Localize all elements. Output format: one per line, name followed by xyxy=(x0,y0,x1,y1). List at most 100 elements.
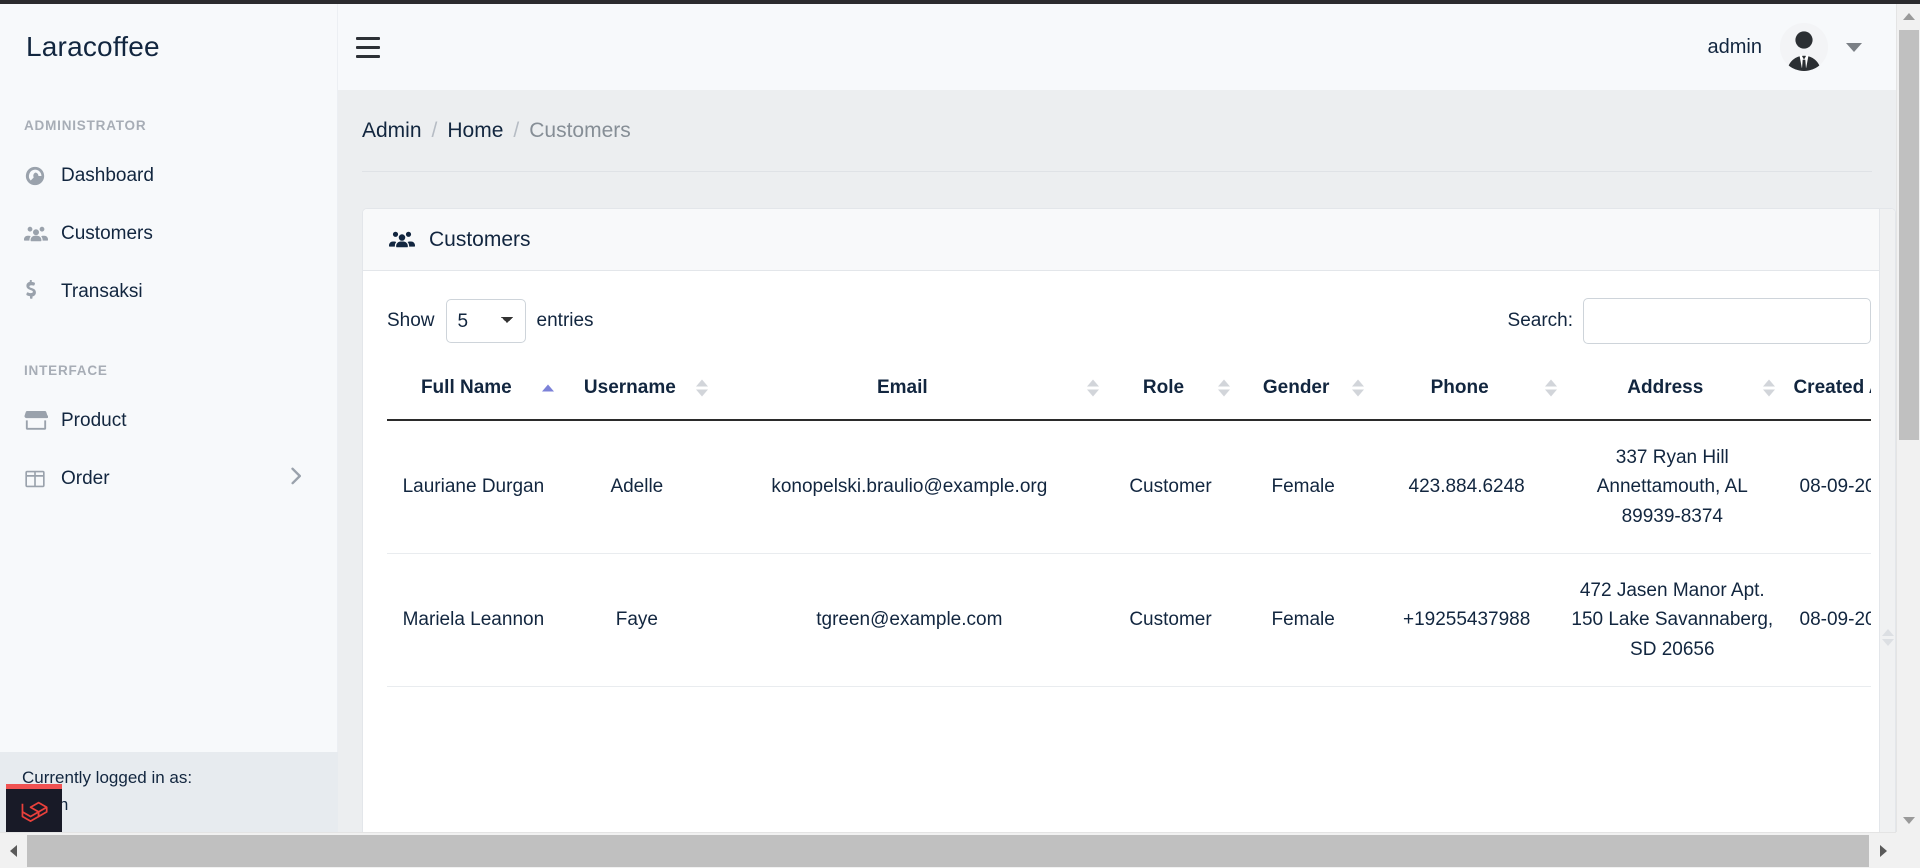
col-label: Email xyxy=(876,377,928,398)
col-label: Username xyxy=(583,377,676,398)
col-header-phone[interactable]: Phone xyxy=(1369,357,1564,421)
breadcrumb-separator: / xyxy=(513,118,520,142)
browser-horizontal-scrollbar[interactable] xyxy=(0,832,1920,868)
sidebar-item-customers[interactable]: Customers xyxy=(0,205,337,263)
users-icon xyxy=(24,224,58,244)
entries-length-control: Show 5102550100 entries xyxy=(387,299,594,343)
avatar[interactable] xyxy=(1780,23,1828,71)
brand-logo[interactable]: Laracoffee xyxy=(0,4,337,90)
col-header-username[interactable]: Username xyxy=(559,357,714,421)
col-label: Created At xyxy=(1793,377,1871,398)
col-header-gender[interactable]: Gender xyxy=(1236,357,1370,421)
scroll-up-arrow-icon[interactable] xyxy=(1897,4,1920,28)
table-header-row: Full Name Username Email Role Gender Pho… xyxy=(387,357,1871,421)
search-label: Search: xyxy=(1507,310,1573,331)
sidebar-item-dashboard[interactable]: Dashboard xyxy=(0,147,337,205)
cell-gender: Female xyxy=(1236,419,1370,554)
cell-username: Faye xyxy=(559,553,714,688)
sidebar-heading-administrator: ADMINISTRATOR xyxy=(24,118,147,133)
sidebar-item-product[interactable]: Product xyxy=(0,392,337,450)
main-area: admin Admin / Home / Customers Customers… xyxy=(338,4,1896,832)
breadcrumb-item-customers: Customers xyxy=(529,118,631,142)
logged-in-user: admin xyxy=(22,791,338,818)
col-header-address[interactable]: Address xyxy=(1563,357,1782,421)
topbar: admin xyxy=(338,4,1896,90)
topbar-user-menu[interactable]: admin xyxy=(1708,23,1862,71)
customers-table: Full Name Username Email Role Gender Pho… xyxy=(387,357,1871,688)
scroll-right-arrow-icon[interactable] xyxy=(1870,833,1896,868)
card-title: Customers xyxy=(429,227,531,251)
sidebar-item-label: Order xyxy=(61,468,110,489)
hamburger-icon[interactable] xyxy=(356,32,390,62)
scroll-down-arrow-icon[interactable] xyxy=(1897,808,1920,832)
browser-viewport: Laracoffee ADMINISTRATOR Dashboard Custo… xyxy=(0,0,1920,868)
chevron-down-icon[interactable] xyxy=(1846,42,1862,52)
cell-phone: +19255437988 xyxy=(1369,553,1564,688)
cell-full-name: Mariela Leannon xyxy=(387,553,560,688)
cell-full-name: Lauriane Durgan xyxy=(387,419,560,554)
cell-role: Customer xyxy=(1104,553,1237,688)
sort-icon xyxy=(695,379,708,397)
card-inner-scrollbar[interactable] xyxy=(1879,209,1895,832)
content-wrapper: Admin / Home / Customers Customers Show … xyxy=(338,90,1896,832)
cell-gender: Female xyxy=(1236,553,1370,688)
sidebar-item-label: Transaksi xyxy=(61,281,143,302)
cell-email: konopelski.braulio@example.org xyxy=(713,419,1105,554)
sidebar-item-label: Customers xyxy=(61,223,153,244)
table-row[interactable]: Mariela Leannon Faye tgreen@example.com … xyxy=(387,553,1871,688)
datatable-controls: Show 5102550100 entries Search: xyxy=(387,293,1871,349)
cell-email: tgreen@example.com xyxy=(713,553,1105,688)
sidebar-heading-interface: INTERFACE xyxy=(24,363,108,378)
sort-icon xyxy=(1218,379,1231,397)
col-header-full-name[interactable]: Full Name xyxy=(387,357,560,421)
breadcrumb-separator: / xyxy=(431,118,438,142)
browser-vertical-scrollbar[interactable] xyxy=(1896,4,1920,832)
col-label: Role xyxy=(1142,377,1185,398)
customers-card: Customers Show 5102550100 entries Search… xyxy=(362,208,1896,832)
col-label: Gender xyxy=(1262,377,1330,398)
sidebar-item-transaksi[interactable]: Transaksi xyxy=(0,263,337,321)
logged-in-label: Currently logged in as: xyxy=(22,768,193,787)
entries-select[interactable]: 5102550100 xyxy=(445,299,526,343)
search-control: Search: xyxy=(1508,298,1871,344)
cell-address: 472 Jasen Manor Apt. 150 Lake Savannaber… xyxy=(1563,553,1782,688)
horizontal-scroll-thumb[interactable] xyxy=(27,835,1869,867)
cell-role: Customer xyxy=(1104,419,1237,554)
cell-created-at: 08-09-2023 xyxy=(1781,419,1871,554)
card-header: Customers xyxy=(363,209,1895,271)
breadcrumb: Admin / Home / Customers xyxy=(362,90,1872,172)
laravel-debugbar-icon[interactable] xyxy=(6,784,62,832)
sort-icon xyxy=(1086,379,1099,397)
sidebar-item-order[interactable]: Order xyxy=(0,450,337,508)
col-header-role[interactable]: Role xyxy=(1104,357,1237,421)
entries-label: entries xyxy=(536,310,594,331)
chevron-right-icon xyxy=(289,466,301,492)
page-root: Laracoffee ADMINISTRATOR Dashboard Custo… xyxy=(0,4,1896,832)
table-row[interactable]: Lauriane Durgan Adelle konopelski.brauli… xyxy=(387,419,1871,554)
scroll-left-arrow-icon[interactable] xyxy=(0,833,26,868)
sidebar-item-label: Product xyxy=(61,410,127,431)
scrollbar-corner xyxy=(1896,832,1920,868)
brand-name: Laracoffee xyxy=(26,31,160,62)
users-icon xyxy=(389,229,415,250)
col-header-created-at[interactable]: Created At xyxy=(1781,357,1871,421)
card-body: Show 5102550100 entries Search: xyxy=(363,271,1895,688)
table-body: Lauriane Durgan Adelle konopelski.brauli… xyxy=(387,419,1871,688)
columns-icon xyxy=(24,469,58,489)
breadcrumb-item-admin[interactable]: Admin xyxy=(362,119,422,143)
topbar-username: admin xyxy=(1707,35,1762,58)
breadcrumb-item-home[interactable]: Home xyxy=(447,119,503,143)
col-label: Address xyxy=(1627,377,1704,398)
dashboard-icon xyxy=(24,165,58,187)
sort-icon xyxy=(1545,379,1558,397)
col-header-email[interactable]: Email xyxy=(713,357,1105,421)
vertical-scroll-thumb[interactable] xyxy=(1899,30,1919,440)
cell-address: 337 Ryan Hill Annettamouth, AL 89939-837… xyxy=(1563,419,1782,554)
sort-icon xyxy=(1351,379,1364,397)
table-scroll-region[interactable]: Full Name Username Email Role Gender Pho… xyxy=(387,357,1871,688)
cell-username: Adelle xyxy=(559,419,714,554)
search-input[interactable] xyxy=(1583,298,1871,344)
show-label: Show xyxy=(387,310,435,331)
card-scroll-arrows[interactable] xyxy=(1882,629,1894,646)
cell-phone: 423.884.6248 xyxy=(1369,419,1564,554)
